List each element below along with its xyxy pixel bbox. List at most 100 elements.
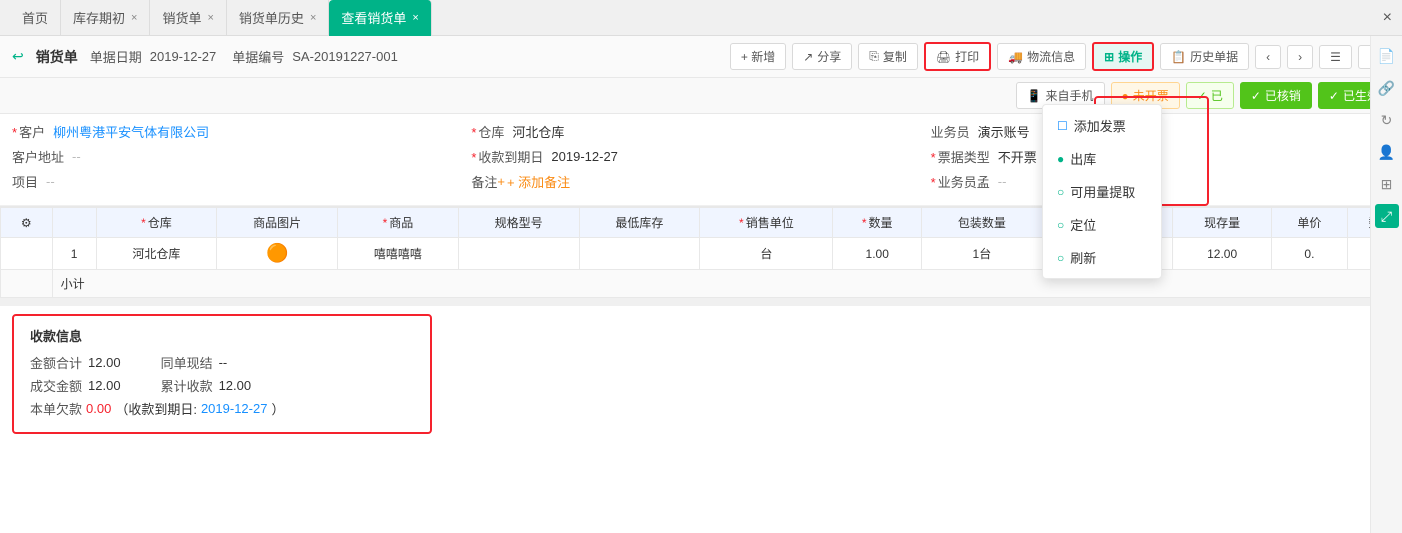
address-label: 客户地址 bbox=[12, 147, 64, 166]
tab-home-label: 首页 bbox=[22, 8, 48, 27]
tab-sales-history[interactable]: 销货单历史 × bbox=[227, 0, 329, 36]
th-unit: 销售单位 bbox=[700, 208, 833, 238]
menu-add-invoice[interactable]: ☐ 添加发票 bbox=[1043, 109, 1161, 142]
history-button[interactable]: 📋 历史单据 bbox=[1160, 43, 1249, 70]
tab-sales-close[interactable]: × bbox=[207, 12, 213, 24]
subtotal-label: 小计 bbox=[52, 270, 1401, 298]
next-button[interactable]: › bbox=[1287, 45, 1313, 69]
tab-inventory[interactable]: 库存期初 × bbox=[61, 0, 150, 36]
project-label: 项目 bbox=[12, 172, 38, 191]
menu-locate[interactable]: ○ 定位 bbox=[1043, 208, 1161, 241]
due-date-note-suffix: ） bbox=[271, 399, 284, 418]
same-order-field: 同单现结 -- bbox=[161, 353, 228, 372]
share-icon: ↗ bbox=[803, 50, 813, 64]
sidebar-table-icon[interactable]: ⊞ bbox=[1375, 172, 1399, 196]
payment-row-1: 金额合计 12.00 同单现结 -- bbox=[30, 353, 414, 372]
list-view-button[interactable]: ☰ bbox=[1319, 45, 1352, 69]
th-price: 单价 bbox=[1271, 208, 1347, 238]
menu-add-invoice-label: 添加发票 bbox=[1074, 116, 1126, 135]
doc-type-icon: ↩ bbox=[12, 48, 24, 65]
tab-view-sales[interactable]: 查看销货单 × bbox=[329, 0, 431, 36]
tab-history-close[interactable]: × bbox=[310, 12, 316, 24]
th-pack-qty: 包装数量 bbox=[922, 208, 1043, 238]
row-gear[interactable] bbox=[1, 238, 53, 270]
check-icon: ✓ bbox=[1197, 89, 1207, 103]
window-close-button[interactable]: × bbox=[1383, 9, 1392, 27]
row-warehouse: 河北仓库 bbox=[96, 238, 217, 270]
customer-label: 客户 bbox=[12, 122, 45, 141]
link-icon: 🔗 bbox=[1378, 80, 1395, 97]
menu-outbound[interactable]: ● 出库 bbox=[1043, 142, 1161, 175]
list-icon: ☰ bbox=[1330, 50, 1341, 64]
file-icon: 📄 bbox=[1378, 48, 1395, 65]
user-icon: 👤 bbox=[1378, 144, 1395, 161]
doc-type-label: 销货单 bbox=[36, 47, 78, 67]
deal-amount-label: 成交金额 bbox=[30, 376, 82, 395]
table-scrollbar[interactable] bbox=[0, 298, 1402, 306]
salesman-value: -- bbox=[998, 174, 1007, 189]
menu-available-qty[interactable]: ○ 可用量提取 bbox=[1043, 175, 1161, 208]
sidebar-file-icon[interactable]: 📄 bbox=[1375, 44, 1399, 68]
action-bar: 📱 来自手机 ● 未开票 ✓ 已 ✓ 已核销 ✓ 已生效 bbox=[0, 78, 1402, 114]
doc-date-label: 单据日期 2019-12-27 bbox=[90, 47, 217, 66]
tab-sales-order[interactable]: 销货单 × bbox=[150, 0, 226, 36]
copy-button[interactable]: ⎘ 复制 bbox=[858, 43, 918, 70]
deal-amount-value: 12.00 bbox=[88, 378, 121, 393]
tab-view-label: 查看销货单 bbox=[341, 8, 406, 27]
new-button[interactable]: + 新增 bbox=[730, 43, 786, 70]
row-pack-qty: 1台 bbox=[922, 238, 1043, 270]
tab-view-close[interactable]: × bbox=[412, 12, 418, 24]
row-no: 1 bbox=[52, 238, 96, 270]
payment-info: 收款信息 金额合计 12.00 同单现结 -- 成交金额 12.00 bbox=[12, 314, 432, 434]
locate-icon: ○ bbox=[1057, 218, 1064, 232]
sidebar-refresh-icon[interactable]: ↻ bbox=[1375, 108, 1399, 132]
form-row-2: 客户地址 -- 收款到期日 2019-12-27 票据类型 不开票 bbox=[12, 147, 1390, 166]
project-value: -- bbox=[46, 174, 55, 189]
due-date-value: 2019-12-27 bbox=[551, 149, 618, 164]
document-header: ↩ 销货单 单据日期 2019-12-27 单据编号 SA-20191227-0… bbox=[0, 36, 1402, 78]
operation-button[interactable]: ⊞ 操作 bbox=[1092, 42, 1154, 71]
subtotal-gear bbox=[1, 270, 53, 298]
available-icon: ○ bbox=[1057, 185, 1064, 199]
tab-inventory-close[interactable]: × bbox=[131, 12, 137, 24]
product-table-wrapper: ⚙ 仓库 商品图片 商品 规格型号 最低库存 销售单位 数量 包装数量 可用量 … bbox=[0, 206, 1402, 306]
logistics-button[interactable]: 🚚 物流信息 bbox=[997, 43, 1086, 70]
doc-number-label: 单据编号 SA-20191227-001 bbox=[232, 47, 398, 66]
confirm-button[interactable]: ✓ 已 bbox=[1186, 82, 1234, 109]
add-note-button[interactable]: + + 添加备注 bbox=[497, 172, 570, 191]
due-date-label: 收款到期日 bbox=[471, 147, 543, 166]
same-order-value: -- bbox=[219, 355, 228, 370]
table-icon: ⊞ bbox=[1381, 176, 1393, 193]
prev-button[interactable]: ‹ bbox=[1255, 45, 1281, 69]
menu-refresh[interactable]: ○ 刷新 bbox=[1043, 241, 1161, 274]
cancel-button[interactable]: ✓ 已核销 bbox=[1240, 82, 1312, 109]
th-min-stock: 最低库存 bbox=[579, 208, 700, 238]
print-icon: 🖨 bbox=[936, 50, 951, 64]
warehouse-field: 仓库 河北仓库 bbox=[471, 122, 930, 141]
customer-value[interactable]: 柳州粤港平安气体有限公司 bbox=[53, 122, 209, 141]
print-button[interactable]: 🖨 打印 bbox=[924, 42, 991, 71]
invoice-icon: ☐ bbox=[1057, 119, 1068, 133]
row-min-stock bbox=[579, 238, 700, 270]
staff-label: 业务员 bbox=[931, 122, 970, 141]
tab-home[interactable]: 首页 bbox=[10, 0, 61, 36]
expand-icon: ⤢ bbox=[1381, 208, 1392, 225]
th-warehouse: 仓库 bbox=[96, 208, 217, 238]
plus-icon: + bbox=[497, 174, 505, 189]
share-button[interactable]: ↗ 分享 bbox=[792, 43, 852, 70]
note-label: 备注 bbox=[471, 172, 497, 191]
due-date-note-value: 2019-12-27 bbox=[201, 401, 268, 416]
truck-icon: 🚚 bbox=[1008, 50, 1023, 64]
due-amount-value: 0.00 bbox=[86, 401, 111, 416]
th-gear[interactable]: ⚙ bbox=[1, 208, 53, 238]
menu-outbound-label: 出库 bbox=[1070, 149, 1096, 168]
copy-icon: ⎘ bbox=[869, 49, 879, 64]
sidebar-link-icon[interactable]: 🔗 bbox=[1375, 76, 1399, 100]
tab-history-label: 销货单历史 bbox=[239, 8, 304, 27]
address-value: -- bbox=[72, 149, 81, 164]
form-row-1: 客户 柳州粤港平安气体有限公司 仓库 河北仓库 业务员 演示账号 bbox=[12, 122, 1390, 141]
due-amount-field: 本单欠款 0.00 （收款到期日: 2019-12-27 ） bbox=[30, 399, 284, 418]
sidebar-user-icon[interactable]: 👤 bbox=[1375, 140, 1399, 164]
sidebar-expand-icon[interactable]: ⤢ bbox=[1375, 204, 1399, 228]
right-sidebar: 📄 🔗 ↻ 👤 ⊞ ⤢ bbox=[1370, 36, 1402, 533]
